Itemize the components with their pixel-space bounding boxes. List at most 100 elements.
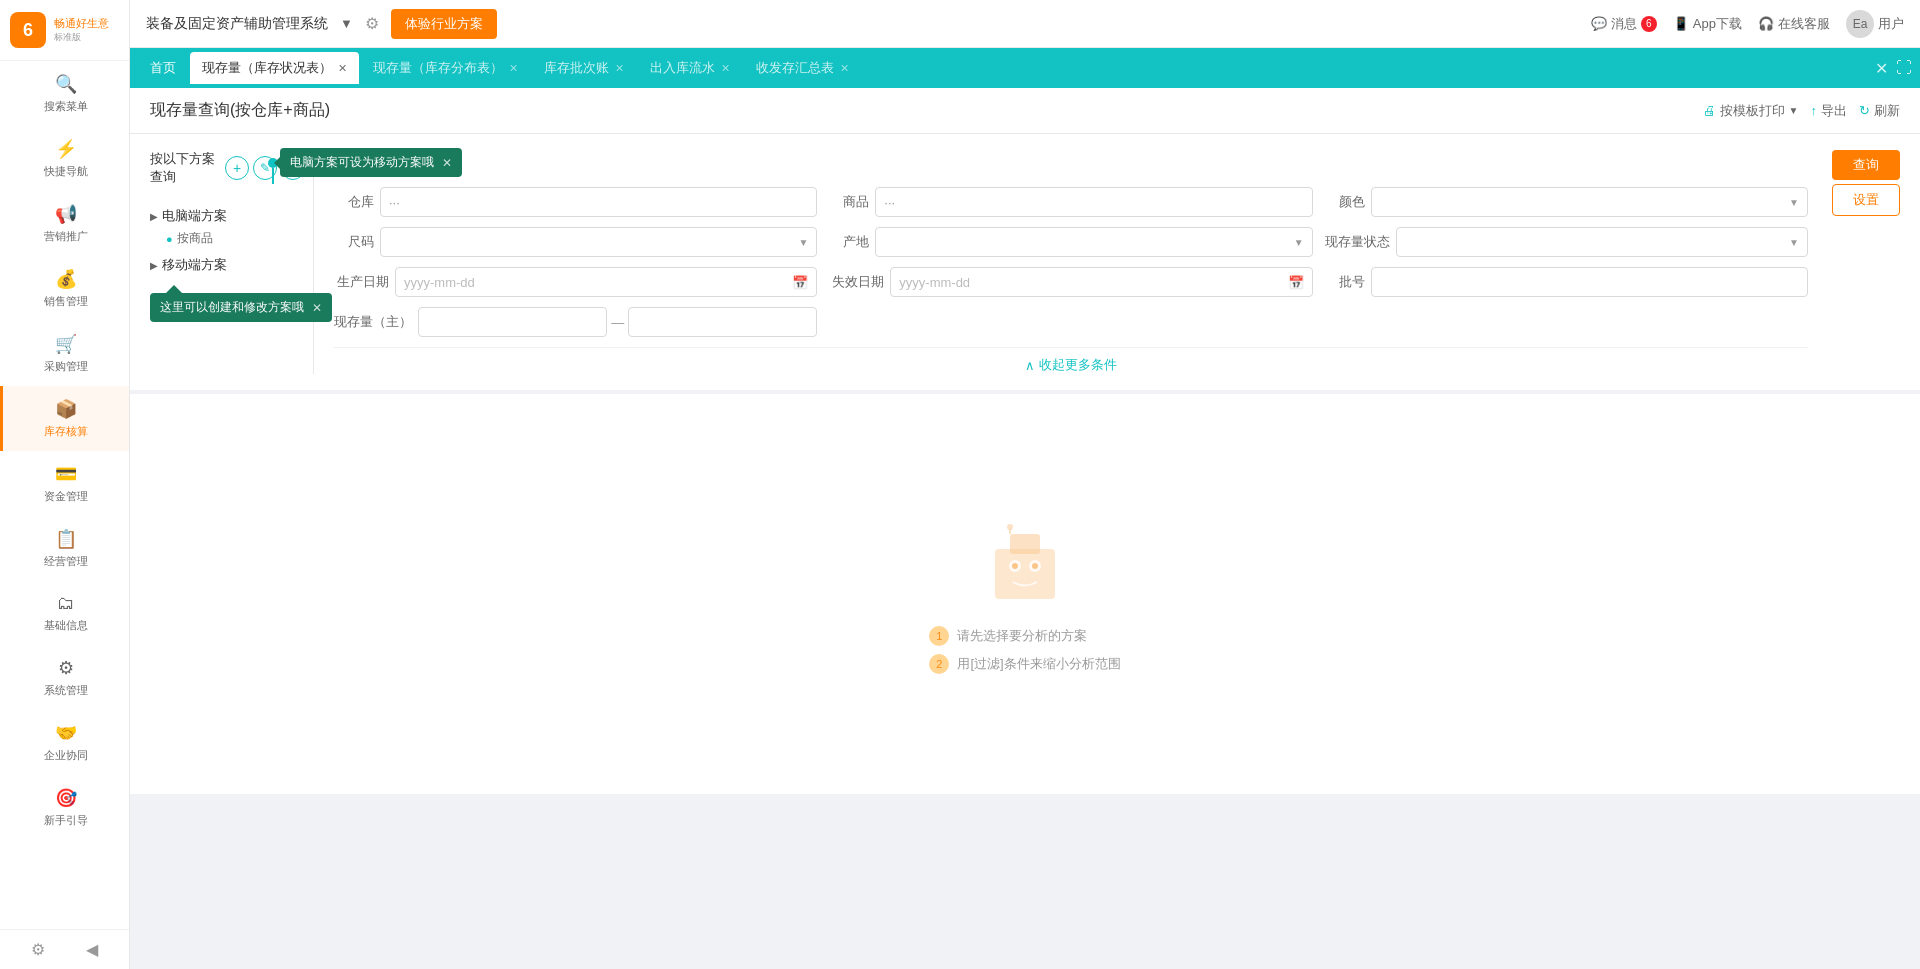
page-actions: 🖨 按模板打印 ▼ ↑ 导出 ↻ 刷新 — [1703, 102, 1900, 120]
tab-close-icon[interactable]: ✕ — [338, 62, 347, 75]
size-label: 尺码 — [334, 233, 374, 251]
scheme-sub-item[interactable]: ● 按商品 — [166, 228, 305, 249]
tab-receive-send[interactable]: 收发存汇总表 ✕ — [744, 52, 861, 84]
online-support-action[interactable]: 🎧 在线客服 — [1758, 15, 1830, 33]
tooltip-2-close[interactable]: ✕ — [312, 301, 322, 315]
sidebar-item-marketing[interactable]: 📢 营销推广 — [0, 191, 129, 256]
filter-header-label: 按以下方案查询 — [150, 150, 219, 186]
sidebar-item-finance[interactable]: 💳 资金管理 — [0, 451, 129, 516]
top-bar-left: 装备及固定资产辅助管理系统 ▼ ⚙ 体验行业方案 — [146, 9, 497, 39]
filter-field-stock-status: 现存量状态 ▼ — [1325, 227, 1808, 257]
marketing-icon: 📢 — [55, 203, 77, 225]
sidebar-item-inventory[interactable]: 📦 库存核算 — [0, 386, 129, 451]
batch-input[interactable] — [1371, 267, 1808, 297]
expiry-date-input[interactable]: yyyy-mm-dd 📅 — [890, 267, 1312, 297]
scheme-computer-label[interactable]: 电脑端方案 — [162, 207, 227, 225]
system-selector[interactable]: ▼ — [340, 16, 353, 31]
expand-computer-icon[interactable]: ▶ — [150, 211, 158, 222]
user-action[interactable]: Ea 用户 — [1846, 10, 1904, 38]
collapse-btn[interactable]: ∧ 收起更多条件 — [1025, 356, 1117, 374]
sidebar-item-sales[interactable]: 💰 销售管理 — [0, 256, 129, 321]
tab-close-icon[interactable]: ✕ — [840, 62, 849, 75]
sidebar-item-operation[interactable]: 📋 经营管理 — [0, 516, 129, 581]
prod-date-input[interactable]: yyyy-mm-dd 📅 — [395, 267, 817, 297]
size-select[interactable]: ▼ — [380, 227, 817, 257]
finance-icon: 💳 — [55, 463, 77, 485]
message-action[interactable]: 💬 消息 6 — [1591, 15, 1657, 33]
logo-icon: 6 — [10, 12, 46, 48]
export-btn[interactable]: ↑ 导出 — [1811, 102, 1848, 120]
tab-inout-flow[interactable]: 出入库流水 ✕ — [638, 52, 742, 84]
sidebar-bottom: ⚙ ◀ — [0, 929, 129, 969]
empty-content: 1 请先选择要分析的方案 2 用[过滤]条件来缩小分析范围 — [929, 514, 1120, 674]
tab-close-icon[interactable]: ✕ — [721, 62, 730, 75]
chevron-down-icon: ▼ — [340, 16, 353, 31]
print-btn[interactable]: 🖨 按模板打印 ▼ — [1703, 102, 1799, 120]
industry-btn[interactable]: 体验行业方案 — [391, 9, 497, 39]
chevron-down-icon: ▼ — [1789, 237, 1799, 248]
filter-section: 按以下方案查询 + ✎ « — [130, 134, 1920, 390]
scheme-sidebar: 按以下方案查询 + ✎ « — [150, 150, 305, 322]
sidebar-item-search[interactable]: 🔍 搜索菜单 — [0, 61, 129, 126]
tooltip-1-close[interactable]: ✕ — [442, 156, 452, 170]
sidebar-item-label: 搜索菜单 — [44, 99, 88, 114]
warehouse-input[interactable]: ··· — [380, 187, 817, 217]
sidebar-item-purchase[interactable]: 🛒 采购管理 — [0, 321, 129, 386]
stock-main-from[interactable] — [418, 307, 607, 337]
scheme-mobile-label[interactable]: 移动端方案 — [162, 256, 227, 274]
tab-close-icon[interactable]: ✕ — [615, 62, 624, 75]
app-download-action[interactable]: 📱 App下载 — [1673, 15, 1742, 33]
stock-status-select[interactable]: ▼ — [1396, 227, 1808, 257]
sidebar-item-system[interactable]: ⚙ 系统管理 — [0, 645, 129, 710]
scheme-mobile-group: ▶ 移动端方案 — [150, 253, 305, 277]
tab-inventory-dist[interactable]: 现存量（库存分布表） ✕ — [361, 52, 530, 84]
filter-row-2: 尺码 ▼ 产地 ▼ — [334, 227, 1808, 257]
stock-main-label: 现存量（主） — [334, 313, 412, 331]
tooltip-1: 电脑方案可设为移动方案哦 ✕ — [280, 148, 462, 177]
stock-main-to[interactable] — [628, 307, 817, 337]
close-all-icon[interactable]: ✕ — [1875, 59, 1888, 78]
logo-text-area: 畅通好生意 标准版 — [54, 16, 109, 44]
scheme-sub-label: 按商品 — [177, 230, 213, 247]
sidebar-item-cooperation[interactable]: 🤝 企业协同 — [0, 710, 129, 775]
filter-field-color: 颜色 ▼ — [1325, 187, 1808, 217]
chevron-down-icon: ▼ — [1294, 237, 1304, 248]
tab-batch-ledger[interactable]: 库存批次账 ✕ — [532, 52, 636, 84]
empty-state: 1 请先选择要分析的方案 2 用[过滤]条件来缩小分析范围 — [130, 394, 1920, 794]
action-btns: 查询 设置 — [1820, 150, 1900, 216]
tab-bar: 首页 现存量（库存状况表） ✕ 现存量（库存分布表） ✕ 库存批次账 ✕ 出入库… — [130, 48, 1920, 88]
tab-close-icon[interactable]: ✕ — [509, 62, 518, 75]
settings-icon[interactable]: ⚙ — [365, 14, 379, 33]
color-select[interactable]: ▼ — [1371, 187, 1808, 217]
search-btn[interactable]: 查询 — [1832, 150, 1900, 180]
settings-bottom-icon[interactable]: ⚙ — [31, 940, 45, 959]
stock-status-label: 现存量状态 — [1325, 233, 1390, 251]
filter-row-1: 仓库 ··· 商品 ··· — [334, 187, 1808, 217]
goods-input[interactable]: ··· — [875, 187, 1312, 217]
collapse-sidebar-icon[interactable]: ◀ — [86, 940, 98, 959]
origin-select[interactable]: ▼ — [875, 227, 1312, 257]
batch-label: 批号 — [1325, 273, 1365, 291]
top-bar: 装备及固定资产辅助管理系统 ▼ ⚙ 体验行业方案 💬 消息 6 📱 App下载 — [130, 0, 1920, 48]
sidebar-item-newbie[interactable]: 🎯 新手引导 — [0, 775, 129, 840]
empty-step-2: 2 用[过滤]条件来缩小分析范围 — [929, 654, 1120, 674]
cooperation-icon: 🤝 — [55, 722, 77, 744]
tooltip-2-area: 这里可以创建和修改方案哦 ✕ — [150, 293, 305, 322]
sidebar-item-quick[interactable]: ⚡ 快捷导航 — [0, 126, 129, 191]
filter-field-prod-date: 生产日期 yyyy-mm-dd 📅 — [334, 267, 817, 297]
sidebar-item-basic[interactable]: 🗂 基础信息 — [0, 581, 129, 645]
tab-inventory-status[interactable]: 现存量（库存状况表） ✕ — [190, 52, 359, 84]
purchase-icon: 🛒 — [55, 333, 77, 355]
expiry-date-label: 失效日期 — [829, 273, 884, 291]
reset-btn[interactable]: 设置 — [1832, 184, 1900, 216]
export-label: 导出 — [1821, 102, 1847, 120]
stock-main-range: — — [418, 307, 817, 337]
tab-home[interactable]: 首页 — [138, 59, 188, 77]
app-download-label: App下载 — [1693, 15, 1742, 33]
sidebar-nav: 🔍 搜索菜单 ⚡ 快捷导航 📢 营销推广 💰 销售管理 🛒 采购管理 📦 — [0, 61, 129, 929]
tab-label: 收发存汇总表 — [756, 59, 834, 77]
expand-icon[interactable]: ⛶ — [1896, 59, 1912, 77]
expand-mobile-icon[interactable]: ▶ — [150, 260, 158, 271]
add-scheme-icon[interactable]: + — [225, 156, 249, 180]
refresh-btn[interactable]: ↻ 刷新 — [1859, 102, 1900, 120]
